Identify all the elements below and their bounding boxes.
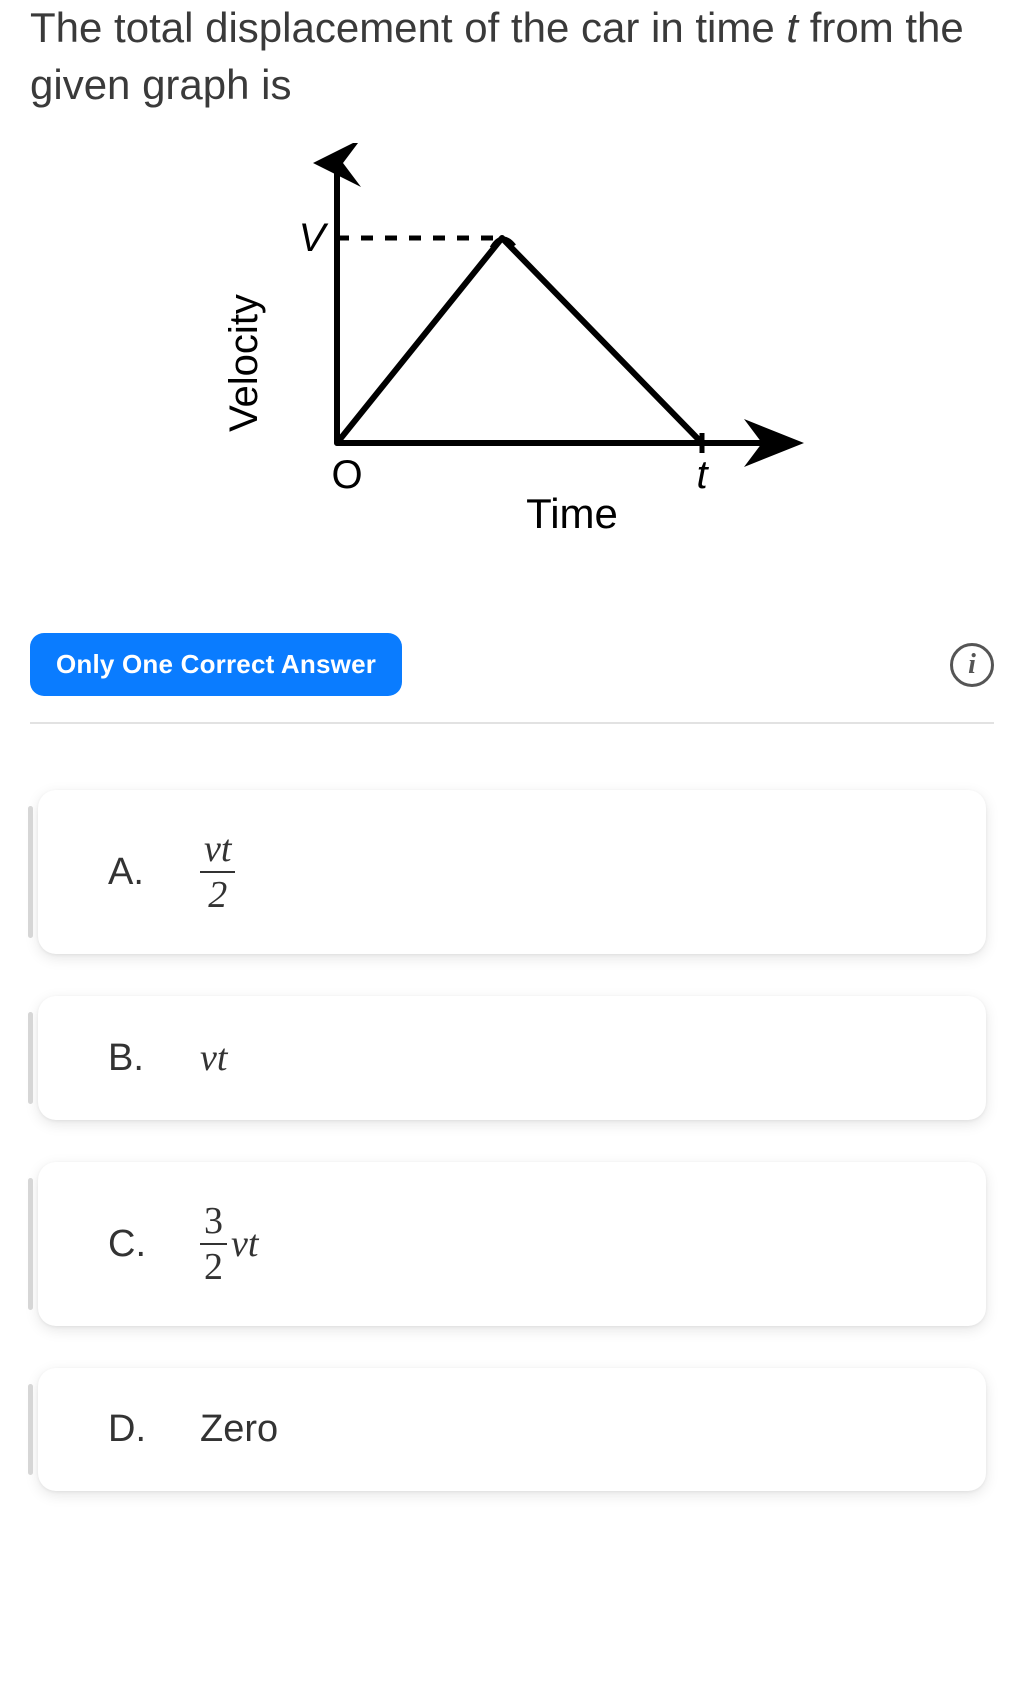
info-icon[interactable]: i (950, 643, 994, 687)
option-c-fraction: 3 2 (200, 1202, 227, 1286)
option-letter: A. (108, 851, 160, 894)
answer-type-tag: Only One Correct Answer (30, 633, 402, 696)
option-c[interactable]: C. 3 2 vt (38, 1162, 986, 1326)
option-letter: B. (108, 1037, 160, 1080)
option-b[interactable]: B. vt (38, 996, 986, 1120)
question-text: The total displacement of the car in tim… (30, 0, 994, 113)
velocity-curve (337, 238, 702, 443)
fraction-denominator: 2 (200, 1248, 227, 1286)
option-a[interactable]: A. vt 2 (38, 790, 986, 954)
graph-container: Velocity V O t Time (30, 143, 994, 573)
option-d-text: Zero (200, 1408, 278, 1451)
fraction-bar (200, 871, 235, 873)
tag-row: Only One Correct Answer i (30, 633, 994, 696)
option-c-tail: vt (231, 1222, 258, 1266)
option-a-fraction: vt 2 (200, 830, 235, 914)
fraction-numerator: 3 (200, 1202, 227, 1240)
option-letter: C. (108, 1223, 160, 1266)
option-c-content: 3 2 vt (200, 1202, 258, 1286)
fraction-denominator: 2 (204, 876, 231, 914)
options-list: A. vt 2 B. vt C. 3 2 vt D. Zero (30, 790, 994, 1491)
option-b-text: vt (200, 1036, 227, 1080)
option-d[interactable]: D. Zero (38, 1368, 986, 1491)
x-tick-label: t (696, 453, 709, 497)
origin-label: O (331, 453, 362, 497)
divider (30, 722, 994, 724)
question-line: The total displacement of the car in tim… (30, 4, 964, 108)
y-tick-label: V (299, 216, 329, 260)
option-letter: D. (108, 1408, 160, 1451)
x-axis-label: Time (526, 490, 618, 537)
velocity-time-graph: Velocity V O t Time (202, 143, 822, 573)
fraction-bar (200, 1243, 227, 1245)
fraction-numerator: vt (200, 830, 235, 868)
y-axis-label: Velocity (222, 294, 266, 432)
